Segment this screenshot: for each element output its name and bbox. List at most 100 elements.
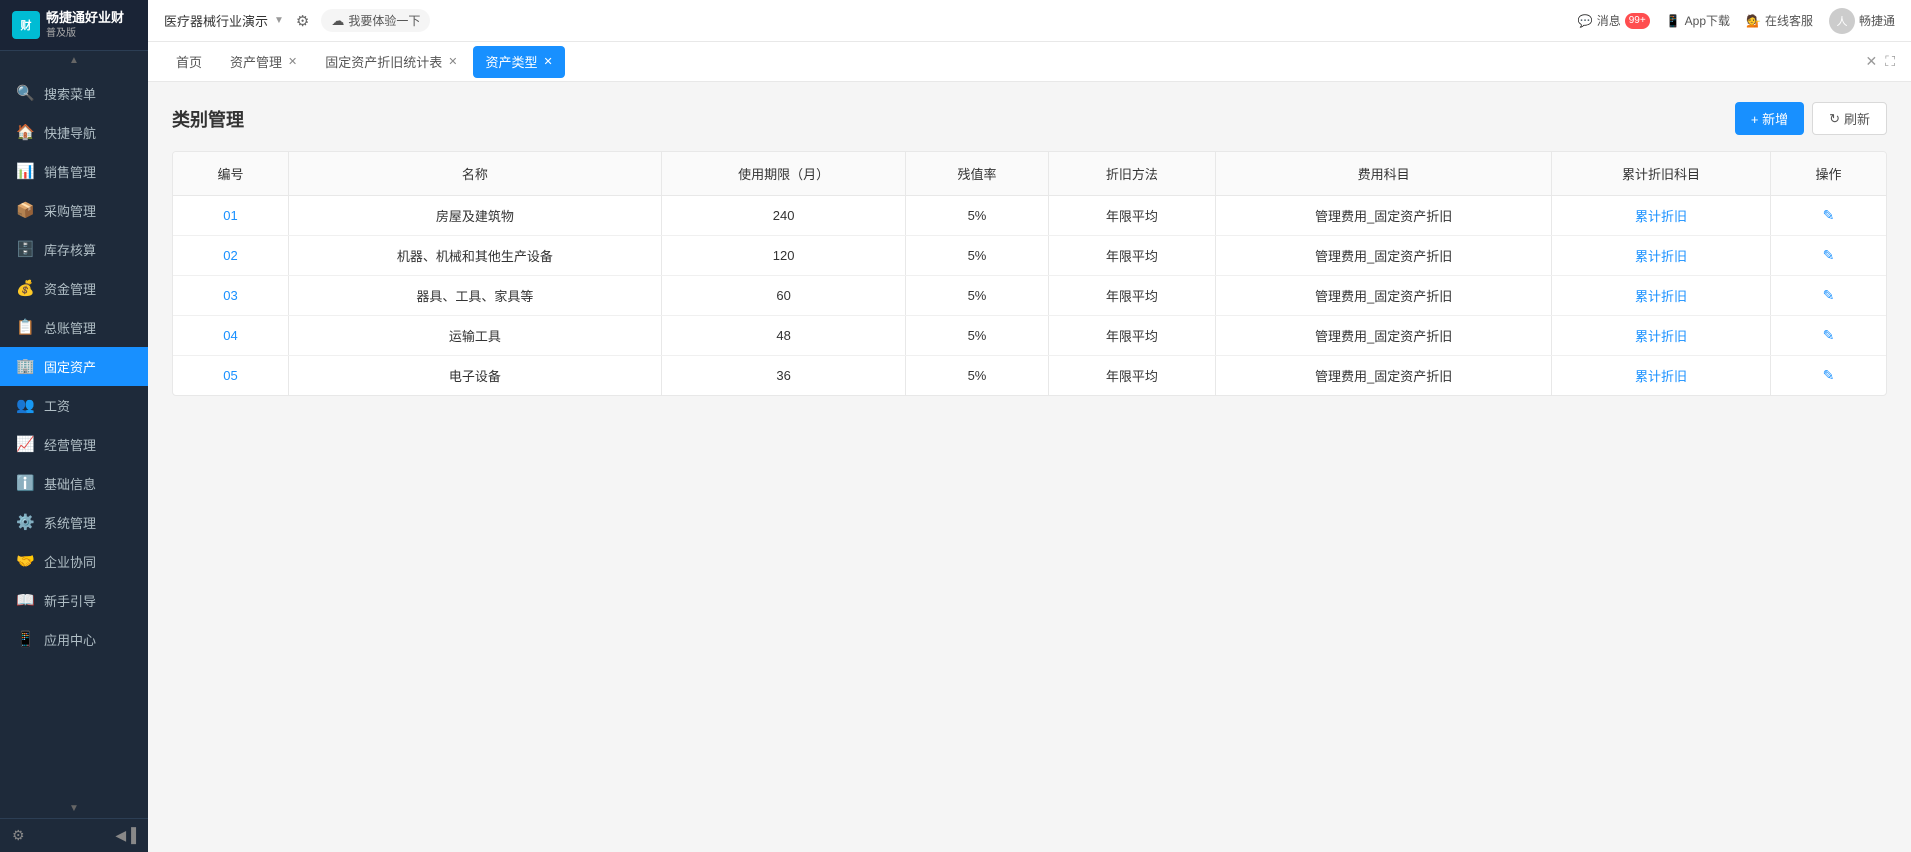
collapse-icon[interactable]: ◀▐ xyxy=(115,827,136,844)
page-title: 类别管理 xyxy=(172,106,244,132)
row-action[interactable]: ✎ xyxy=(1771,316,1886,356)
sidebar-nav: 🔍 搜索菜单 🏠 快捷导航 📊 销售管理 📦 采购管理 🗄️ 库存核算 💰 资金… xyxy=(0,70,148,799)
settings-icon[interactable]: ⚙ xyxy=(12,827,25,844)
window-controls: ✕ ⛶ xyxy=(1865,53,1895,70)
company-dropdown-arrow[interactable]: ▼ xyxy=(274,15,284,26)
nav-icon-purchase: 📦 xyxy=(16,201,34,219)
sidebar-item-inventory[interactable]: 🗄️ 库存核算 xyxy=(0,230,148,269)
row-accumulated[interactable]: 累计折旧 xyxy=(1552,276,1771,316)
scroll-down-arrow[interactable]: ▼ xyxy=(0,799,148,818)
maximize-window-icon[interactable]: ⛶ xyxy=(1885,53,1895,70)
table-row: 04运输工具485%年限平均管理费用_固定资产折旧累计折旧✎ xyxy=(173,316,1886,356)
sidebar-item-finance[interactable]: 💰 资金管理 xyxy=(0,269,148,308)
col-header-0: 编号 xyxy=(173,152,288,196)
nav-icon-quick-nav: 🏠 xyxy=(16,123,34,141)
row-period: 120 xyxy=(661,236,906,276)
row-residual: 5% xyxy=(906,316,1048,356)
row-residual: 5% xyxy=(906,196,1048,236)
tab-asset-type[interactable]: 资产类型✕ xyxy=(473,46,564,78)
row-action[interactable]: ✎ xyxy=(1771,356,1886,396)
experience-label: 我要体验一下 xyxy=(348,12,420,29)
row-accumulated[interactable]: 累计折旧 xyxy=(1552,196,1771,236)
tabs-bar: 首页资产管理✕固定资产折旧统计表✕资产类型✕ ✕ ⛶ xyxy=(148,42,1911,82)
sidebar-item-app-center[interactable]: 📱 应用中心 xyxy=(0,620,148,659)
online-service-label: 在线客服 xyxy=(1765,12,1813,29)
sidebar-item-ledger[interactable]: 📋 总账管理 xyxy=(0,308,148,347)
row-expense: 管理费用_固定资产折旧 xyxy=(1216,316,1552,356)
messages-action[interactable]: 💬 消息 99+ xyxy=(1578,12,1650,29)
close-window-icon[interactable]: ✕ xyxy=(1865,53,1877,70)
tab-label-asset-mgmt: 资产管理 xyxy=(230,52,282,71)
row-expense: 管理费用_固定资产折旧 xyxy=(1216,236,1552,276)
nav-icon-sales: 📊 xyxy=(16,162,34,180)
user-avatar: 人 xyxy=(1829,8,1855,34)
sidebar-item-fixed-assets[interactable]: 🏢 固定资产 xyxy=(0,347,148,386)
nav-label-quick-nav: 快捷导航 xyxy=(44,123,96,142)
brand-header: 财 畅捷通好业财 普及版 xyxy=(0,0,148,51)
message-icon: 💬 xyxy=(1578,14,1593,28)
nav-label-app-center: 应用中心 xyxy=(44,630,96,649)
row-method: 年限平均 xyxy=(1048,236,1216,276)
user-profile[interactable]: 人 畅捷通 xyxy=(1829,8,1895,34)
nav-icon-fixed-assets: 🏢 xyxy=(16,357,34,375)
sidebar-item-guide[interactable]: 📖 新手引导 xyxy=(0,581,148,620)
nav-label-inventory: 库存核算 xyxy=(44,240,96,259)
messages-badge: 99+ xyxy=(1625,13,1650,29)
row-action[interactable]: ✎ xyxy=(1771,236,1886,276)
header-row: 编号名称使用期限（月）残值率折旧方法费用科目累计折旧科目操作 xyxy=(173,152,1886,196)
row-action[interactable]: ✎ xyxy=(1771,276,1886,316)
nav-icon-app-center: 📱 xyxy=(16,630,34,648)
row-id[interactable]: 02 xyxy=(173,236,288,276)
online-service-action[interactable]: 💁 在线客服 xyxy=(1746,12,1813,29)
page-actions: + 新增 ↻ 刷新 xyxy=(1735,102,1887,135)
row-method: 年限平均 xyxy=(1048,316,1216,356)
sidebar-item-payroll[interactable]: 👥 工资 xyxy=(0,386,148,425)
nav-label-payroll: 工资 xyxy=(44,396,70,415)
tab-close-asset-type[interactable]: ✕ xyxy=(544,55,553,68)
nav-icon-operations: 📈 xyxy=(16,435,34,453)
nav-icon-basic-info: ℹ️ xyxy=(16,474,34,492)
sidebar-item-purchase[interactable]: 📦 采购管理 xyxy=(0,191,148,230)
tab-close-asset-mgmt[interactable]: ✕ xyxy=(288,55,297,68)
tab-asset-mgmt[interactable]: 资产管理 ✕ xyxy=(218,46,309,78)
row-id[interactable]: 01 xyxy=(173,196,288,236)
tab-close-depreciation-table[interactable]: ✕ xyxy=(448,55,457,68)
topbar: 医疗器械行业演示 ▼ ⚙ ☁ 我要体验一下 💬 消息 99+ 📱 App下载 💁… xyxy=(148,0,1911,42)
tab-home[interactable]: 首页 xyxy=(164,46,214,78)
sidebar-item-sales[interactable]: 📊 销售管理 xyxy=(0,152,148,191)
row-period: 36 xyxy=(661,356,906,396)
row-action[interactable]: ✎ xyxy=(1771,196,1886,236)
app-download-label: App下载 xyxy=(1685,12,1730,29)
row-id[interactable]: 04 xyxy=(173,316,288,356)
messages-label: 消息 xyxy=(1597,12,1621,29)
nav-icon-system: ⚙️ xyxy=(16,513,34,531)
sidebar-item-search[interactable]: 🔍 搜索菜单 xyxy=(0,74,148,113)
cloud-icon: ☁ xyxy=(331,13,344,29)
row-id[interactable]: 05 xyxy=(173,356,288,396)
sidebar-item-operations[interactable]: 📈 经营管理 xyxy=(0,425,148,464)
new-button[interactable]: + 新增 xyxy=(1735,102,1804,135)
page-content: 类别管理 + 新增 ↻ 刷新 编号名称使用期限（月）残值率折旧方法费用科目累计折… xyxy=(148,82,1911,852)
topbar-settings-icon[interactable]: ⚙ xyxy=(296,12,309,30)
sidebar-item-cooperation[interactable]: 🤝 企业协同 xyxy=(0,542,148,581)
nav-icon-finance: 💰 xyxy=(16,279,34,297)
nav-label-ledger: 总账管理 xyxy=(44,318,96,337)
refresh-icon: ↻ xyxy=(1829,111,1840,127)
topbar-title: 医疗器械行业演示 ▼ xyxy=(164,11,284,30)
tab-depreciation-table[interactable]: 固定资产折旧统计表✕ xyxy=(313,46,469,78)
sidebar-item-quick-nav[interactable]: 🏠 快捷导航 xyxy=(0,113,148,152)
row-accumulated[interactable]: 累计折旧 xyxy=(1552,356,1771,396)
sidebar-item-system[interactable]: ⚙️ 系统管理 xyxy=(0,503,148,542)
refresh-button[interactable]: ↻ 刷新 xyxy=(1812,102,1887,135)
scroll-up-arrow[interactable]: ▲ xyxy=(0,51,148,70)
sidebar-item-basic-info[interactable]: ℹ️ 基础信息 xyxy=(0,464,148,503)
app-download-action[interactable]: 📱 App下载 xyxy=(1666,12,1730,29)
row-accumulated[interactable]: 累计折旧 xyxy=(1552,236,1771,276)
table-row: 01房屋及建筑物2405%年限平均管理费用_固定资产折旧累计折旧✎ xyxy=(173,196,1886,236)
row-id[interactable]: 03 xyxy=(173,276,288,316)
experience-button[interactable]: ☁ 我要体验一下 xyxy=(321,9,430,32)
topbar-right: 💬 消息 99+ 📱 App下载 💁 在线客服 人 畅捷通 xyxy=(1578,8,1895,34)
row-accumulated[interactable]: 累计折旧 xyxy=(1552,316,1771,356)
row-method: 年限平均 xyxy=(1048,356,1216,396)
table-row: 02机器、机械和其他生产设备1205%年限平均管理费用_固定资产折旧累计折旧✎ xyxy=(173,236,1886,276)
